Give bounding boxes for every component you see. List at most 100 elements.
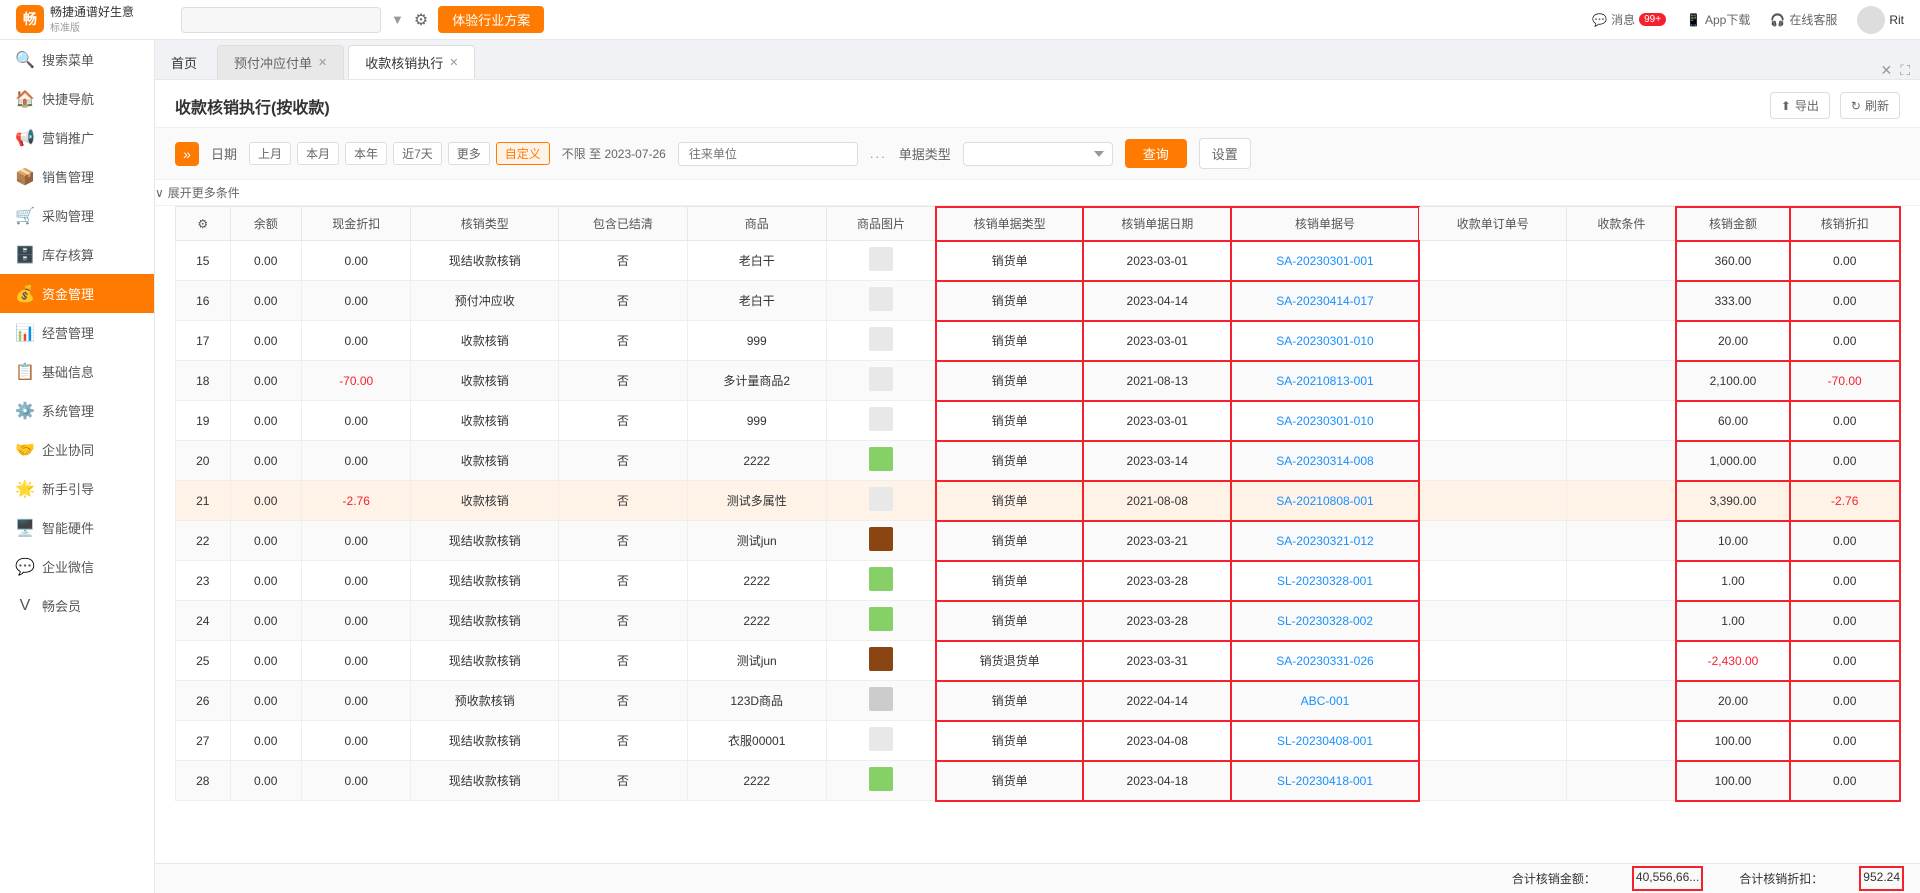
tab-fullscreen-icon[interactable]: ⛶ [1900, 62, 1910, 79]
service-item[interactable]: 🎧 在线客服 [1770, 11, 1837, 28]
cell-cancel-bill-date: 2023-03-01 [1083, 241, 1231, 281]
filter-expand-button[interactable]: » [175, 142, 199, 166]
cell-cancel-bill-date: 2023-03-01 [1083, 321, 1231, 361]
cancel-bill-no-link[interactable]: SA-20230314-008 [1276, 454, 1373, 468]
operation-icon: 📊 [16, 324, 34, 342]
cancel-bill-no-link[interactable]: SL-20230418-001 [1277, 774, 1373, 788]
date-btn-this-year[interactable]: 本年 [345, 142, 387, 165]
cell-receipt-cond [1567, 641, 1677, 681]
search-dropdown-arrow[interactable]: ▼ [391, 12, 404, 27]
sidebar-item-inventory[interactable]: 🗄️ 库存核算 [0, 235, 154, 274]
cancel-bill-no-link[interactable]: SA-20230331-026 [1276, 654, 1373, 668]
cell-cancel-discount: 0.00 [1790, 721, 1900, 761]
sidebar-item-system[interactable]: ⚙️ 系统管理 [0, 391, 154, 430]
cell-cancel-bill-no[interactable]: SA-20210813-001 [1231, 361, 1419, 401]
cell-no: 15 [176, 241, 231, 281]
cancel-bill-no-link[interactable]: SA-20210813-001 [1276, 374, 1373, 388]
cancel-bill-no-link[interactable]: SA-20230301-001 [1276, 254, 1373, 268]
cancel-bill-no-link[interactable]: SA-20230414-017 [1276, 294, 1373, 308]
message-item[interactable]: 💬 消息 99+ [1592, 11, 1666, 28]
sidebar-item-finance[interactable]: 💰 资金管理 [0, 274, 154, 313]
cell-cancel-amount: 60.00 [1676, 401, 1790, 441]
cancel-bill-no-link[interactable]: SA-20230321-012 [1276, 534, 1373, 548]
th-cancel-bill-date: 核销单据日期 [1083, 207, 1231, 241]
date-btn-7days[interactable]: 近7天 [393, 142, 442, 165]
sidebar-item-basic[interactable]: 📋 基础信息 [0, 352, 154, 391]
cell-cancel-bill-no[interactable]: SA-20230321-012 [1231, 521, 1419, 561]
settings-gear-icon[interactable]: ⚙ [414, 10, 428, 30]
cell-cancel-discount: 0.00 [1790, 761, 1900, 801]
query-button[interactable]: 查询 [1125, 139, 1187, 168]
sidebar: 🔍 搜索菜单 🏠 快捷导航 📢 营销推广 📦 销售管理 🛒 采购管理 🗄️ 库存… [0, 40, 155, 893]
cancel-bill-no-link[interactable]: SL-20230328-002 [1277, 614, 1373, 628]
cell-goods-img [826, 481, 936, 521]
receipt-type-select[interactable] [963, 142, 1113, 166]
cell-cash-discount: 0.00 [301, 281, 411, 321]
cell-cancel-bill-no[interactable]: SA-20230414-017 [1231, 281, 1419, 321]
cell-cancel-bill-no[interactable]: SL-20230408-001 [1231, 721, 1419, 761]
th-cancel-amount: 核销金额 [1676, 207, 1790, 241]
cell-include-settled: 否 [559, 481, 688, 521]
cell-cancel-amount: 20.00 [1676, 321, 1790, 361]
source-unit-input[interactable] [678, 142, 858, 166]
cell-cancel-bill-no[interactable]: SA-20230331-026 [1231, 641, 1419, 681]
cell-cash-discount: 0.00 [301, 721, 411, 761]
cell-cancel-discount: -70.00 [1790, 361, 1900, 401]
industry-button[interactable]: 体验行业方案 [438, 6, 544, 33]
top-search-input[interactable] [181, 7, 381, 33]
sidebar-item-sales[interactable]: 📦 销售管理 [0, 157, 154, 196]
app-download-item[interactable]: 📱 App下载 [1686, 11, 1750, 28]
cell-cancel-bill-no[interactable]: SA-20230301-001 [1231, 241, 1419, 281]
system-icon: ⚙️ [16, 402, 34, 420]
date-btn-this-month[interactable]: 本月 [297, 142, 339, 165]
cell-cancel-amount: 20.00 [1676, 681, 1790, 721]
cell-cancel-bill-no[interactable]: ABC-001 [1231, 681, 1419, 721]
cell-no: 16 [176, 281, 231, 321]
date-btn-more[interactable]: 更多 [448, 142, 490, 165]
cancel-bill-no-link[interactable]: SL-20230408-001 [1277, 734, 1373, 748]
cell-cancel-bill-type: 销货退货单 [936, 641, 1084, 681]
cell-goods: 测试jun [687, 521, 826, 561]
tab-receipt-exec[interactable]: 收款核销执行 ✕ [348, 45, 475, 79]
sidebar-item-purchase[interactable]: 🛒 采购管理 [0, 196, 154, 235]
cell-cancel-bill-no[interactable]: SL-20230418-001 [1231, 761, 1419, 801]
cell-cancel-bill-no[interactable]: SA-20230314-008 [1231, 441, 1419, 481]
refresh-button[interactable]: ↻ 刷新 [1840, 92, 1900, 119]
cancel-bill-no-link[interactable]: SA-20210808-001 [1276, 494, 1373, 508]
tab-receipt-close[interactable]: ✕ [449, 56, 458, 69]
cell-cancel-bill-no[interactable]: SL-20230328-001 [1231, 561, 1419, 601]
cancel-bill-no-link[interactable]: SL-20230328-001 [1277, 574, 1373, 588]
tab-prepay-close[interactable]: ✕ [318, 56, 327, 69]
setting-button[interactable]: 设置 [1199, 138, 1251, 169]
tab-close-all-icon[interactable]: ✕ [1880, 62, 1892, 79]
cell-cancel-bill-no[interactable]: SA-20230301-010 [1231, 321, 1419, 361]
cell-cancel-bill-no[interactable]: SA-20230301-010 [1231, 401, 1419, 441]
cancel-bill-no-link[interactable]: SA-20230301-010 [1276, 414, 1373, 428]
sidebar-item-guide[interactable]: 🌟 新手引导 [0, 469, 154, 508]
date-btn-custom[interactable]: 自定义 [496, 142, 550, 165]
sidebar-item-member[interactable]: V 畅会员 [0, 586, 154, 625]
filter-bar: » 日期 上月 本月 本年 近7天 更多 自定义 不限 至 2023-07-26… [155, 128, 1920, 180]
export-button[interactable]: ⬆ 导出 [1770, 92, 1830, 119]
user-item[interactable]: Rit [1857, 6, 1904, 34]
tab-prepay[interactable]: 预付冲应付单 ✕ [217, 45, 344, 79]
sidebar-label-purchase: 采购管理 [42, 206, 94, 225]
cancel-bill-no-link[interactable]: SA-20230301-010 [1276, 334, 1373, 348]
cancel-bill-no-link[interactable]: ABC-001 [1301, 694, 1350, 708]
cell-cash-discount: 0.00 [301, 601, 411, 641]
sidebar-item-smarthw[interactable]: 🖥️ 智能硬件 [0, 508, 154, 547]
sidebar-item-search[interactable]: 🔍 搜索菜单 [0, 40, 154, 79]
cell-cancel-bill-no[interactable]: SL-20230328-002 [1231, 601, 1419, 641]
expand-more-button[interactable]: ∨ 展开更多条件 [155, 184, 240, 201]
cell-goods: 测试多属性 [687, 481, 826, 521]
sidebar-item-marketing[interactable]: 📢 营销推广 [0, 118, 154, 157]
sidebar-item-operation[interactable]: 📊 经营管理 [0, 313, 154, 352]
cell-cancel-amount: 100.00 [1676, 761, 1790, 801]
date-btn-last-month[interactable]: 上月 [249, 142, 291, 165]
cell-cancel-bill-date: 2023-03-28 [1083, 601, 1231, 641]
sidebar-item-enterprise[interactable]: 🤝 企业协同 [0, 430, 154, 469]
tab-home[interactable]: 首页 [155, 45, 213, 79]
sidebar-item-quicknav[interactable]: 🏠 快捷导航 [0, 79, 154, 118]
sidebar-item-wechat[interactable]: 💬 企业微信 [0, 547, 154, 586]
cell-cancel-bill-no[interactable]: SA-20210808-001 [1231, 481, 1419, 521]
